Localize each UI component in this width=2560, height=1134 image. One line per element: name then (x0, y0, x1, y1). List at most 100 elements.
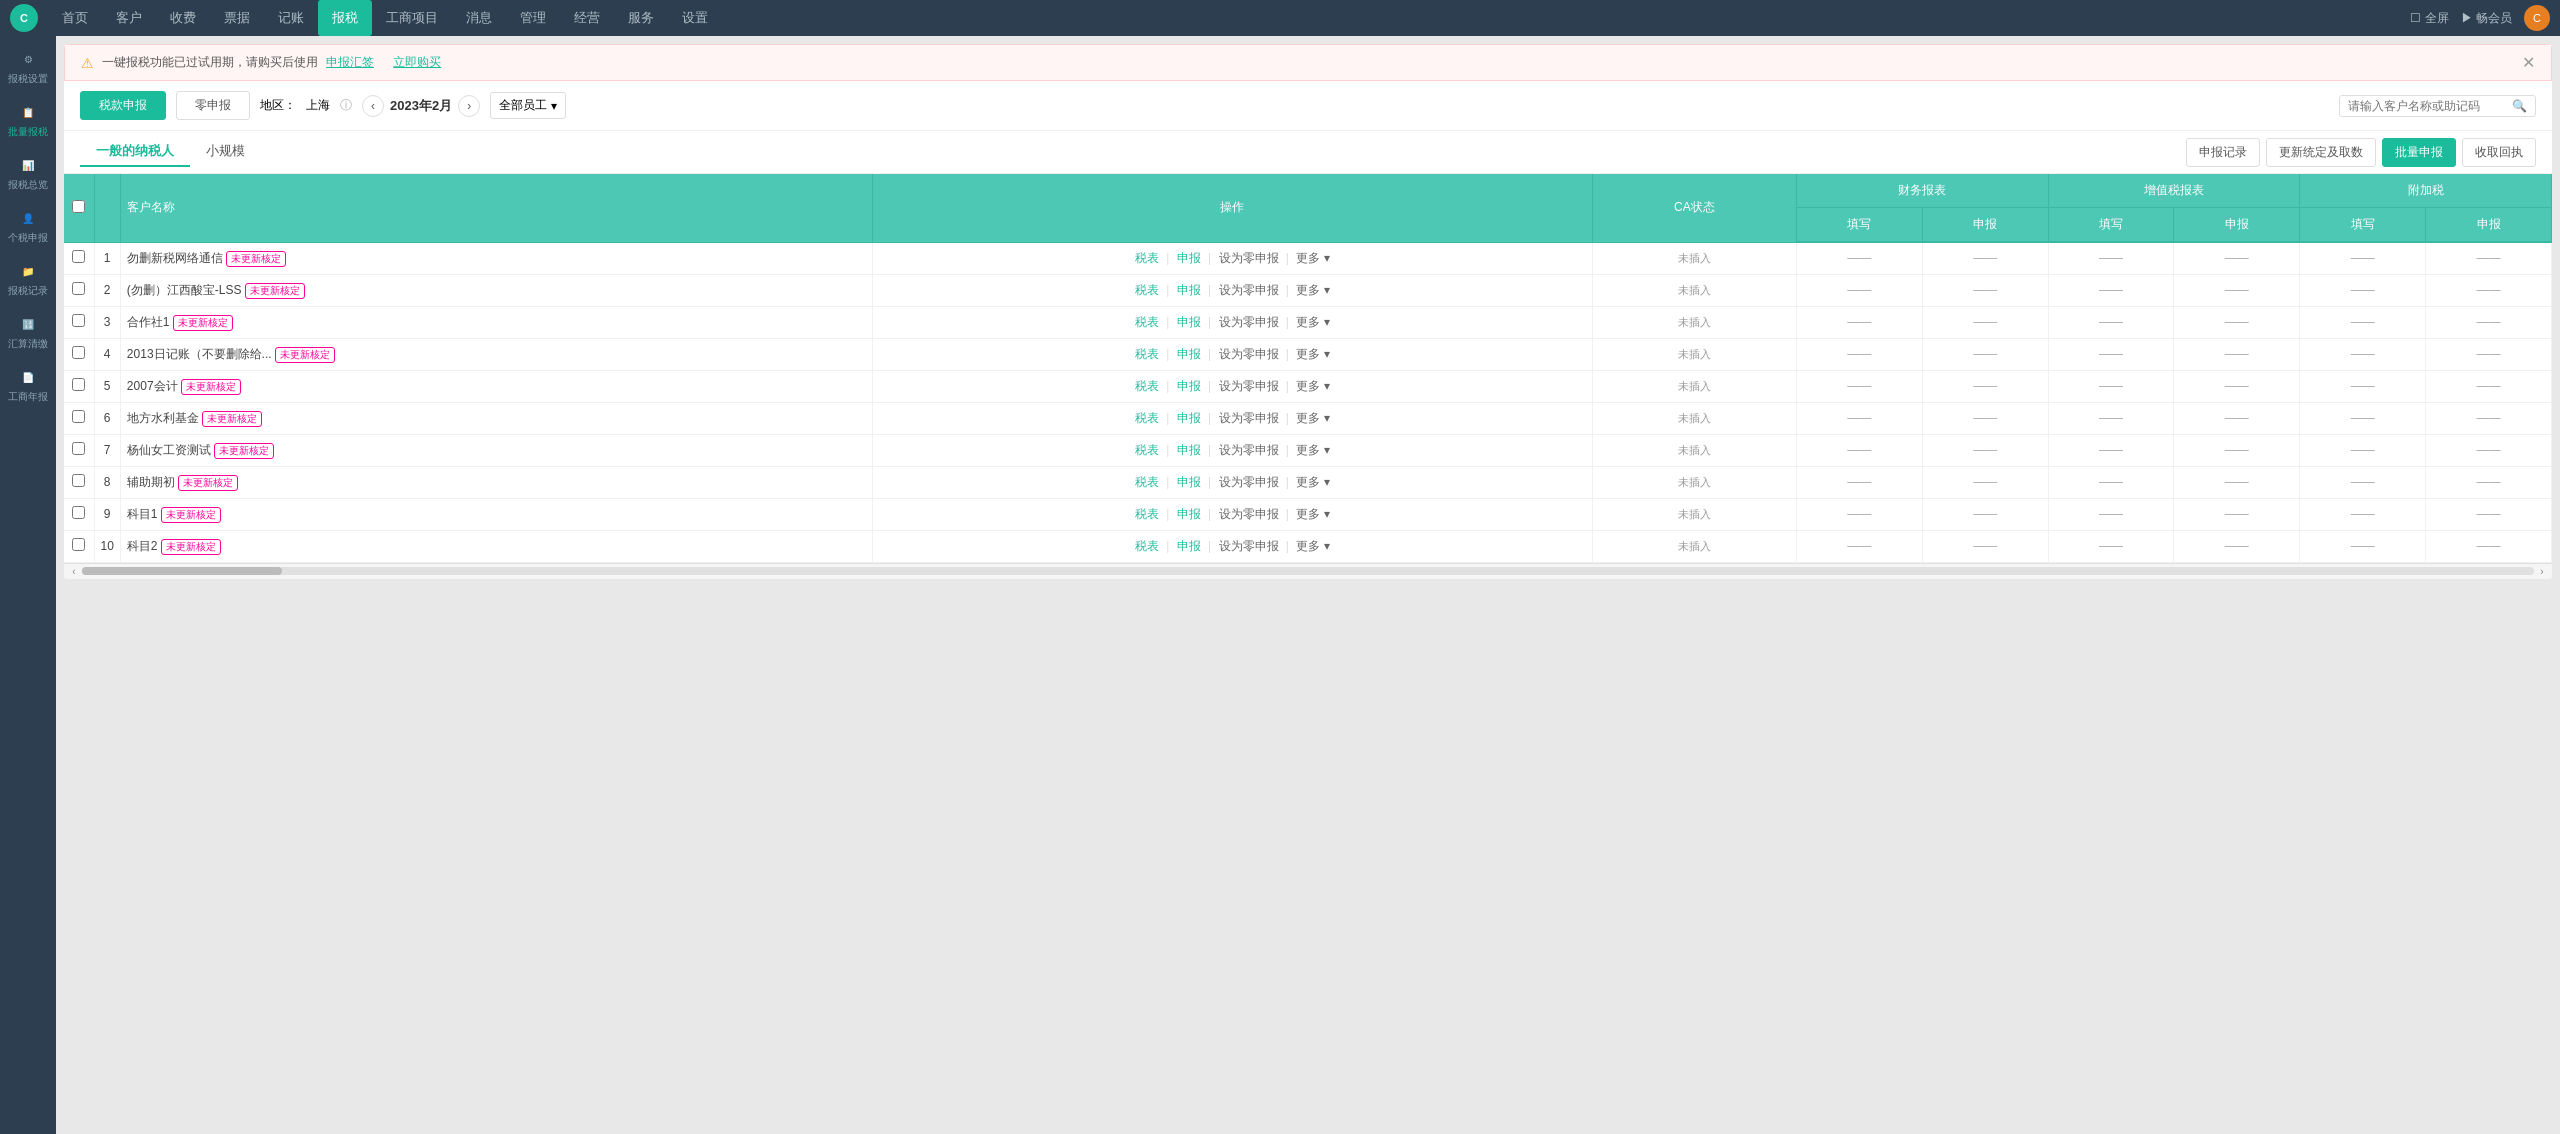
op-more[interactable]: 更多 ▾ (1294, 283, 1331, 297)
op-declare[interactable]: 申报 (1175, 251, 1203, 265)
op-set-zero[interactable]: 设为零申报 (1217, 507, 1281, 521)
banner-link-report[interactable]: 申报汇签 (326, 54, 374, 71)
search-icon[interactable]: 🔍 (2512, 99, 2527, 113)
op-set-zero[interactable]: 设为零申报 (1217, 347, 1281, 361)
op-declare[interactable]: 申报 (1175, 507, 1203, 521)
op-tax-table[interactable]: 税表 (1133, 443, 1161, 457)
op-tax-table[interactable]: 税表 (1133, 283, 1161, 297)
op-tax-table[interactable]: 税表 (1133, 251, 1161, 265)
op-declare[interactable]: 申报 (1175, 539, 1203, 553)
date-prev-btn[interactable]: ‹ (362, 95, 384, 117)
date-next-btn[interactable]: › (458, 95, 480, 117)
op-set-zero[interactable]: 设为零申报 (1217, 411, 1281, 425)
row-checkbox-5[interactable] (72, 378, 85, 391)
nav-home[interactable]: 首页 (48, 0, 102, 36)
nav-biz[interactable]: 工商项目 (372, 0, 452, 36)
tab-general-taxpayer[interactable]: 一般的纳税人 (80, 137, 190, 167)
info-icon: ⓘ (340, 97, 352, 114)
sidebar-item-tax-settings[interactable]: ⚙ 报税设置 (0, 40, 56, 93)
op-set-zero[interactable]: 设为零申报 (1217, 379, 1281, 393)
nav-service[interactable]: 服务 (614, 0, 668, 36)
op-declare[interactable]: 申报 (1175, 475, 1203, 489)
op-more[interactable]: 更多 ▾ (1294, 539, 1331, 553)
row-checkbox-10[interactable] (72, 538, 85, 551)
banner: ⚠ 一键报税功能已过试用期，请购买后使用 申报汇签 立即购买 ✕ (64, 44, 2552, 81)
op-more[interactable]: 更多 ▾ (1294, 251, 1331, 265)
row-vat-submit: —— (2174, 242, 2300, 274)
sidebar-item-tax-records[interactable]: 📁 报税记录 (0, 252, 56, 305)
client-name-text: 合作社1 (127, 315, 170, 329)
op-tax-table[interactable]: 税表 (1133, 507, 1161, 521)
select-all-checkbox[interactable] (72, 200, 85, 213)
scroll-left-btn[interactable]: ‹ (66, 563, 82, 579)
nav-tax[interactable]: 报税 (318, 0, 372, 36)
row-checkbox-7[interactable] (72, 442, 85, 455)
banner-link-buy[interactable]: 立即购买 (393, 54, 441, 71)
op-more[interactable]: 更多 ▾ (1294, 443, 1331, 457)
btn-retrieve-receipt[interactable]: 收取回执 (2462, 138, 2536, 167)
op-declare[interactable]: 申报 (1175, 347, 1203, 361)
op-more[interactable]: 更多 ▾ (1294, 411, 1331, 425)
user-avatar[interactable]: C (2524, 5, 2550, 31)
search-input[interactable] (2348, 99, 2508, 113)
op-more[interactable]: 更多 ▾ (1294, 475, 1331, 489)
tab-zero-declare[interactable]: 零申报 (176, 91, 250, 120)
btn-batch-declare[interactable]: 批量申报 (2382, 138, 2456, 167)
tab-tax-declare[interactable]: 税款申报 (80, 91, 166, 120)
nav-manage[interactable]: 管理 (506, 0, 560, 36)
op-set-zero[interactable]: 设为零申报 (1217, 443, 1281, 457)
btn-declare-records[interactable]: 申报记录 (2186, 138, 2260, 167)
op-tax-table[interactable]: 税表 (1133, 379, 1161, 393)
nav-billing[interactable]: 收费 (156, 0, 210, 36)
sidebar-item-tax-overview[interactable]: 📊 报税总览 (0, 146, 56, 199)
nav-ops[interactable]: 经营 (560, 0, 614, 36)
row-checkbox-6[interactable] (72, 410, 85, 423)
nav-client[interactable]: 客户 (102, 0, 156, 36)
nav-items: 首页 客户 收费 票据 记账 报税 工商项目 消息 管理 经营 服务 设置 (48, 0, 2410, 36)
staff-select[interactable]: 全部员工 ▾ (490, 92, 566, 119)
op-more[interactable]: 更多 ▾ (1294, 315, 1331, 329)
op-declare[interactable]: 申报 (1175, 411, 1203, 425)
op-declare[interactable]: 申报 (1175, 315, 1203, 329)
banner-close-btn[interactable]: ✕ (2522, 53, 2535, 72)
unset-tag: 未更新核定 (173, 315, 233, 331)
sidebar-item-personal-tax[interactable]: 👤 个税申报 (0, 199, 56, 252)
op-declare[interactable]: 申报 (1175, 443, 1203, 457)
op-set-zero[interactable]: 设为零申报 (1217, 315, 1281, 329)
row-checkbox-2[interactable] (72, 282, 85, 295)
op-declare[interactable]: 申报 (1175, 379, 1203, 393)
scroll-right-btn[interactable]: › (2534, 563, 2550, 579)
row-checkbox-9[interactable] (72, 506, 85, 519)
sidebar-item-business-annual[interactable]: 📄 工商年报 (0, 358, 56, 411)
op-tax-table[interactable]: 税表 (1133, 347, 1161, 361)
row-checkbox-1[interactable] (72, 250, 85, 263)
row-checkbox-8[interactable] (72, 474, 85, 487)
op-set-zero[interactable]: 设为零申报 (1217, 251, 1281, 265)
nav-msg[interactable]: 消息 (452, 0, 506, 36)
op-tax-table[interactable]: 税表 (1133, 539, 1161, 553)
op-more[interactable]: 更多 ▾ (1294, 379, 1331, 393)
op-tax-table[interactable]: 税表 (1133, 411, 1161, 425)
op-declare[interactable]: 申报 (1175, 283, 1203, 297)
nav-settings[interactable]: 设置 (668, 0, 722, 36)
tab-small-scale[interactable]: 小规模 (190, 137, 261, 167)
upgrade-btn[interactable]: ▶ 畅会员 (2461, 10, 2512, 27)
nav-accounting[interactable]: 记账 (264, 0, 318, 36)
op-more[interactable]: 更多 ▾ (1294, 507, 1331, 521)
btn-update-fetch[interactable]: 更新统定及取数 (2266, 138, 2376, 167)
op-set-zero[interactable]: 设为零申报 (1217, 539, 1281, 553)
nav-invoice[interactable]: 票据 (210, 0, 264, 36)
sidebar-item-compute-clear[interactable]: 🔢 汇算清缴 (0, 305, 56, 358)
scrollbar-thumb[interactable] (82, 567, 282, 575)
op-set-zero[interactable]: 设为零申报 (1217, 475, 1281, 489)
op-tax-table[interactable]: 税表 (1133, 475, 1161, 489)
op-set-zero[interactable]: 设为零申报 (1217, 283, 1281, 297)
row-checkbox-3[interactable] (72, 314, 85, 327)
row-tax-fill: —— (2300, 338, 2426, 370)
row-checkbox-4[interactable] (72, 346, 85, 359)
row-tax-fill: —— (2300, 274, 2426, 306)
fullscreen-btn[interactable]: ☐ 全屏 (2410, 10, 2448, 27)
op-more[interactable]: 更多 ▾ (1294, 347, 1331, 361)
op-tax-table[interactable]: 税表 (1133, 315, 1161, 329)
sidebar-item-batch-tax[interactable]: 📋 批量报税 (0, 93, 56, 146)
